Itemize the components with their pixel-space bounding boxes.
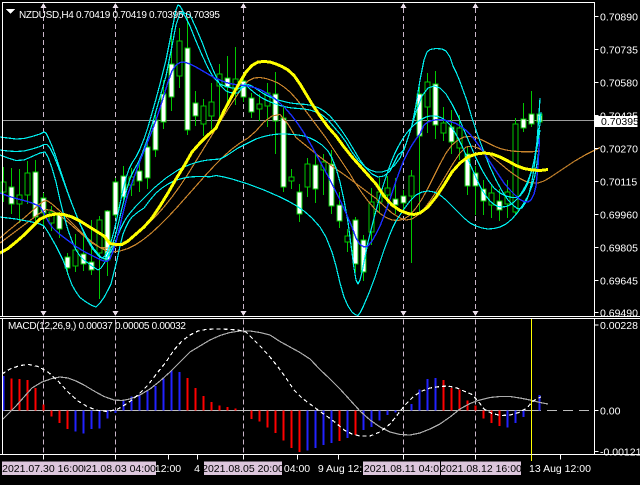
svg-text:4: 4 — [194, 463, 200, 475]
svg-text:2021.08.03 04:00: 2021.08.03 04:00 — [74, 463, 156, 475]
svg-text:0.69960: 0.69960 — [600, 210, 638, 222]
svg-text:0.70270: 0.70270 — [600, 144, 638, 156]
svg-text:0.69490: 0.69490 — [600, 308, 638, 320]
svg-text:0.70395: 0.70395 — [601, 116, 639, 128]
svg-text:0.70115: 0.70115 — [600, 177, 637, 189]
svg-text:2021.08.05 20:00: 2021.08.05 20:00 — [202, 463, 284, 475]
svg-text:9 Aug 12:: 9 Aug 12: — [318, 463, 362, 475]
svg-text:0.70735: 0.70735 — [600, 45, 638, 57]
svg-text:12:00: 12:00 — [155, 463, 181, 475]
svg-text:0.00228: 0.00228 — [600, 320, 638, 332]
svg-text:0.00: 0.00 — [600, 405, 621, 417]
svg-text:-0.00121: -0.00121 — [600, 447, 640, 459]
svg-text:2021.08.11 04:0: 2021.08.11 04:0 — [364, 463, 439, 475]
svg-text:2021.07.30 16:00: 2021.07.30 16:00 — [2, 463, 84, 475]
svg-text:04:00: 04:00 — [284, 463, 310, 475]
svg-text:0.69805: 0.69805 — [600, 243, 638, 255]
svg-text:0.69645: 0.69645 — [600, 276, 638, 288]
svg-text:2021.08.12 16:00: 2021.08.12 16:00 — [440, 463, 522, 475]
svg-text:13 Aug 12:00: 13 Aug 12:00 — [529, 463, 591, 475]
svg-text:0.70890: 0.70890 — [600, 12, 638, 24]
svg-text:NZDUSD,H4 0.70419 0.70419 0.7: NZDUSD,H4 0.70419 0.70419 0.70395 0.7039… — [19, 10, 220, 21]
svg-text:MACD(12,26,9,) 0.00037 0.00005: MACD(12,26,9,) 0.00037 0.00005 0.00032 — [8, 321, 186, 332]
svg-text:0.70580: 0.70580 — [600, 78, 638, 90]
